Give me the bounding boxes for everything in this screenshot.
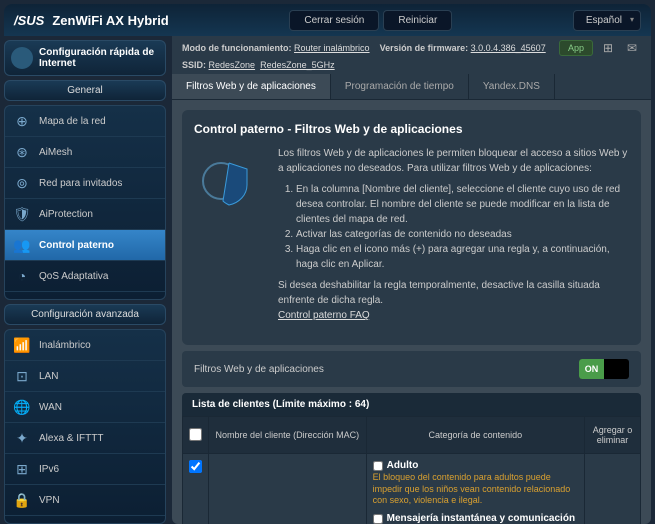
filter-toggle[interactable]: ON [579,359,629,379]
globe-icon: ⊕ [13,112,31,130]
vpn-icon: 🔒 [13,491,31,509]
cat-im-checkbox[interactable] [373,514,383,524]
tabs: Filtros Web y de aplicaciones Programaci… [172,74,651,100]
filter-toggle-row: Filtros Web y de aplicaciones ON [182,351,641,387]
wifi-icon: 📶 [13,336,31,354]
tab-yandex[interactable]: Yandex.DNS [469,74,555,99]
th-checkbox [183,417,209,454]
guest-icon: ⊚ [13,174,31,192]
nav-wan[interactable]: 🌐WAN [5,392,165,423]
brand-logo: /SUS [14,13,44,28]
section-advanced: Configuración avanzada [4,304,166,325]
alexa-icon: ✦ [13,429,31,447]
app-header: /SUS ZenWiFi AX Hybrid Cerrar sesión Rei… [4,4,651,36]
sidebar: Configuración rápida de Internet General… [4,36,166,524]
nav-aiprotection[interactable]: 🛡AiProtection [5,199,165,230]
main-panel: Modo de funcionamiento: Router inalámbri… [172,36,651,524]
page-title: Control paterno - Filtros Web y de aplic… [194,122,629,136]
nav-aimesh[interactable]: ⊛AiMesh [5,137,165,168]
client-table: Nombre del cliente (Dirección MAC) Categ… [182,416,641,524]
cat-adult-checkbox[interactable] [373,461,383,471]
fw-link[interactable]: 3.0.0.4.386_45607 [471,43,546,53]
row-checkbox[interactable] [189,460,202,473]
lan-icon: ⊡ [13,367,31,385]
toggle-label: Filtros Web y de aplicaciones [194,364,324,375]
ipv6-icon: ⊞ [13,460,31,478]
parental-icon: 👥 [13,236,31,254]
status-bar: Modo de funcionamiento: Router inalámbri… [172,36,651,74]
tab-schedule[interactable]: Programación de tiempo [331,74,469,99]
nav-lan[interactable]: ⊡LAN [5,361,165,392]
product-name: ZenWiFi AX Hybrid [52,13,168,28]
nav-qos[interactable]: ◔QoS Adaptativa [5,261,165,292]
select-all-checkbox[interactable] [189,428,202,441]
shield-graphic [194,146,264,216]
tab-web-filters[interactable]: Filtros Web y de aplicaciones [172,74,331,99]
quick-setup-button[interactable]: Configuración rápida de Internet [4,40,166,76]
nav-firewall[interactable]: 🔥Firewall [5,516,165,524]
th-action: Agregar o eliminar [585,417,641,454]
mode-link[interactable]: Router inalámbrico [294,43,370,53]
nav-alexa[interactable]: ✦Alexa & IFTTT [5,423,165,454]
client-list-header: Lista de clientes (Límite máximo : 64) [182,393,641,416]
logout-button[interactable]: Cerrar sesión [289,10,379,31]
reboot-button[interactable]: Reiniciar [383,10,452,31]
nav-vpn[interactable]: 🔒VPN [5,485,165,516]
nav-advanced: 📶Inalámbrico ⊡LAN 🌐WAN ✦Alexa & IFTTT ⊞I… [4,329,166,524]
wan-icon: 🌐 [13,398,31,416]
usb-icon: ⊟ [13,298,31,300]
table-row: ▼ AdultoEl bloqueo del contenido para ad… [183,454,641,524]
quick-setup-icon [11,47,33,69]
description: Los filtros Web y de aplicaciones le per… [278,146,629,323]
content-box: Control paterno - Filtros Web y de aplic… [182,110,641,345]
quick-setup-label: Configuración rápida de Internet [39,47,159,69]
status-icon-2[interactable]: ✉ [623,40,641,56]
shield-icon: 🛡 [13,205,31,223]
faq-link[interactable]: Control paterno FAQ [278,310,370,321]
th-category: Categoría de contenido [366,417,584,454]
category-cell: AdultoEl bloqueo del contenido para adul… [366,454,584,524]
section-general: General [4,80,166,101]
language-select[interactable]: Español [573,10,641,31]
qos-icon: ◔ [13,267,31,285]
status-icon-1[interactable]: ⊞ [599,40,617,56]
nav-ipv6[interactable]: ⊞IPv6 [5,454,165,485]
nav-network-map[interactable]: ⊕Mapa de la red [5,106,165,137]
mesh-icon: ⊛ [13,143,31,161]
nav-wireless[interactable]: 📶Inalámbrico [5,330,165,361]
nav-usb[interactable]: ⊟Aplicación USB [5,292,165,300]
nav-guest[interactable]: ⊚Red para invitados [5,168,165,199]
nav-parental[interactable]: 👥Control paterno [5,230,165,261]
th-client: Nombre del cliente (Dirección MAC) [209,417,367,454]
app-badge[interactable]: App [559,40,593,56]
nav-general: ⊕Mapa de la red ⊛AiMesh ⊚Red para invita… [4,105,166,300]
